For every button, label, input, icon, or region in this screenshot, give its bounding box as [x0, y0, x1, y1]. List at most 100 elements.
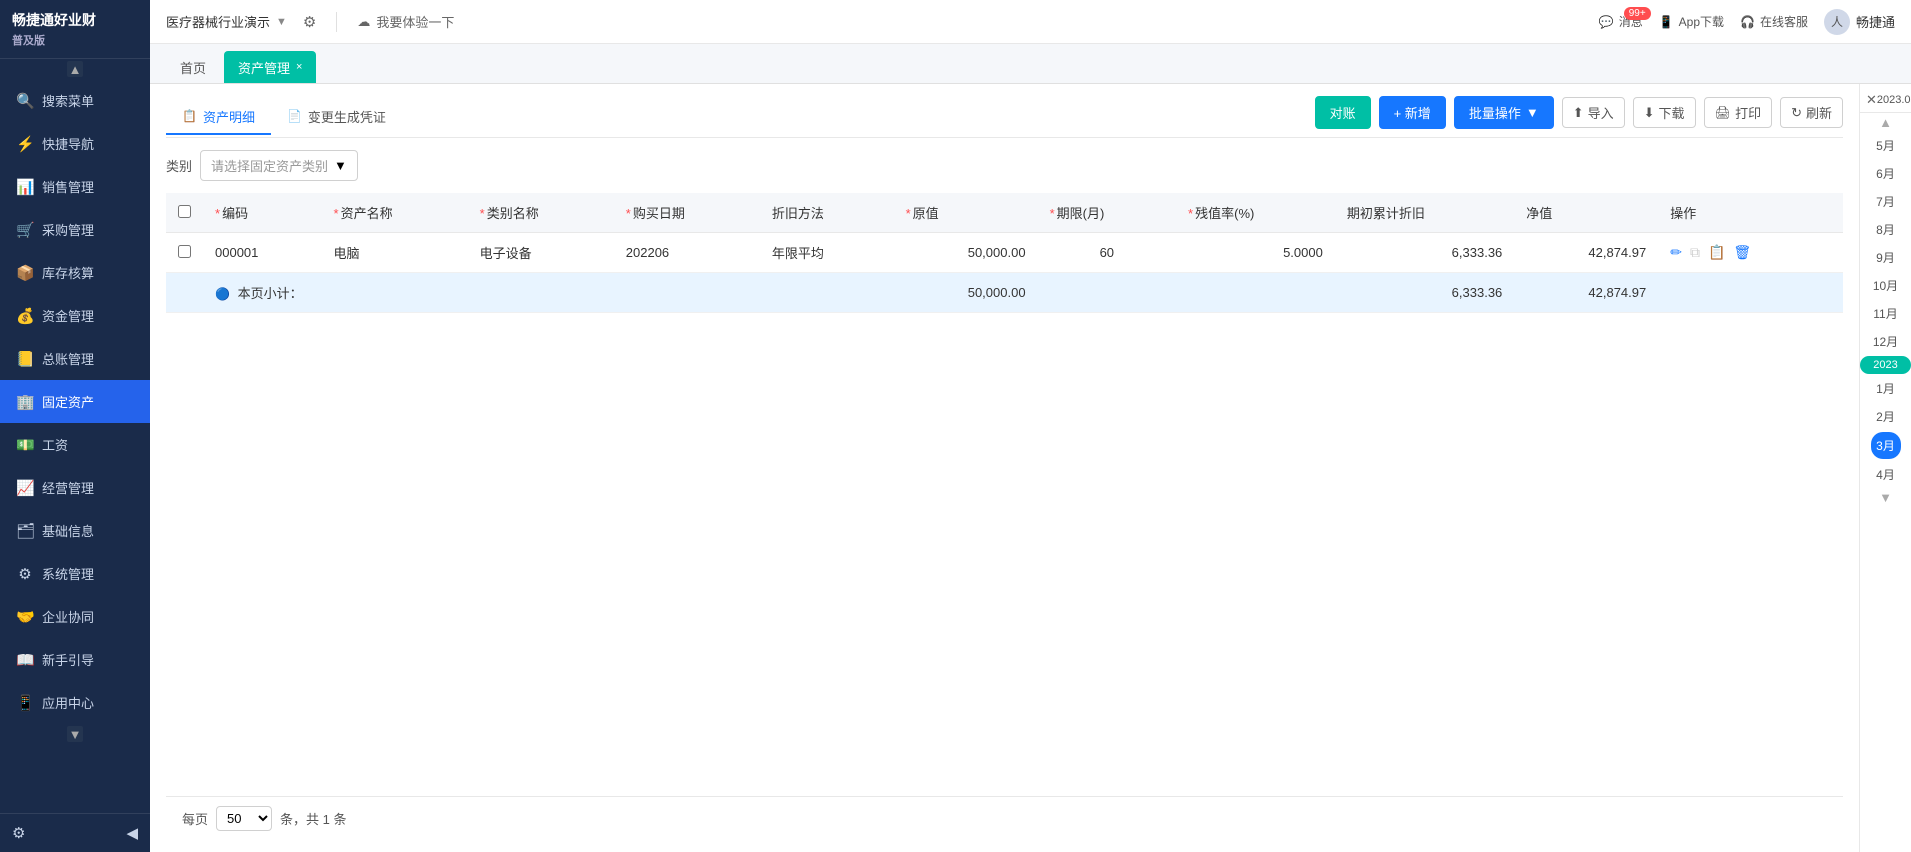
salary-icon: 💵	[16, 436, 34, 454]
content-area: 📋 资产明细 📄 变更生成凭证 对账 + 新增 批量操作 ▼ ⬆	[150, 84, 1911, 852]
month-12月[interactable]: 12月	[1860, 328, 1911, 355]
message-button[interactable]: 💬 消息 99+	[1599, 13, 1643, 30]
month-9月[interactable]: 9月	[1860, 244, 1911, 271]
sidebar-item-app-center[interactable]: 📱应用中心	[0, 681, 150, 724]
th-code: *编码	[203, 193, 322, 233]
right-panel: ✕ 2023.03 ⤢ ▲ 5月6月7月8月9月10月11月12月20231月2…	[1859, 84, 1911, 852]
sidebar-bottom: ⚙ ◀	[0, 813, 150, 852]
timeline-scroll-up[interactable]: ▲	[1877, 113, 1894, 132]
cell-depreciation-method-0: 年限平均	[760, 233, 894, 273]
sidebar-item-search-label: 搜索菜单	[42, 91, 94, 110]
guide-icon: 📖	[16, 651, 34, 669]
sidebar-item-inventory[interactable]: 📦库存核算	[0, 251, 150, 294]
user-menu[interactable]: 人 畅捷通	[1824, 9, 1895, 35]
company-gear-icon[interactable]: ⚙	[303, 13, 316, 31]
search-icon: 🔍	[16, 92, 34, 110]
month-7月[interactable]: 7月	[1860, 188, 1911, 215]
sidebar-item-system[interactable]: ⚙系统管理	[0, 552, 150, 595]
current-year-badge[interactable]: 2023	[1860, 356, 1911, 374]
download-label: 下载	[1659, 103, 1685, 122]
app-download-button[interactable]: 📱 App下载	[1659, 13, 1724, 30]
new-button[interactable]: + 新增	[1379, 96, 1446, 129]
cell-action-0: ✏ ⧉ 📋 🗑	[1658, 233, 1843, 273]
sidebar-item-base-info[interactable]: 🗂基础信息	[0, 509, 150, 552]
month-6月[interactable]: 6月	[1860, 160, 1911, 187]
sidebar-item-salary[interactable]: 💵 工资	[0, 423, 150, 466]
sidebar-scroll-up[interactable]: ▲	[67, 61, 83, 77]
inventory-icon: 📦	[16, 264, 34, 282]
asset-detail-icon: 📋	[182, 109, 197, 123]
category-select-chevron: ▼	[334, 158, 347, 173]
sidebar-item-quick-nav[interactable]: ⚡快捷导航	[0, 122, 150, 165]
per-page-select[interactable]: 50 10 20 100	[216, 806, 272, 831]
th-action: 操作	[1658, 193, 1843, 233]
download-button[interactable]: ⬇ 下载	[1633, 97, 1696, 128]
refresh-button[interactable]: ↻ 刷新	[1780, 97, 1843, 128]
sub-tab-generate-voucher-label: 变更生成凭证	[308, 107, 386, 126]
print-button[interactable]: 🖨 打印	[1704, 97, 1773, 128]
sidebar-item-fund-label: 资金管理	[42, 306, 94, 325]
app-center-icon: 📱	[16, 694, 34, 712]
content-main: 📋 资产明细 📄 变更生成凭证 对账 + 新增 批量操作 ▼ ⬆	[150, 84, 1859, 852]
right-panel-header: ✕ 2023.03 ⤢	[1860, 88, 1911, 113]
company-selector[interactable]: 医疗器械行业演示 ▼	[166, 12, 287, 31]
tab-asset-management-label: 资产管理	[238, 58, 290, 77]
row-checkbox-cell	[166, 233, 203, 273]
tab-home[interactable]: 首页	[166, 51, 220, 83]
sidebar-item-guide-label: 新手引导	[42, 650, 94, 669]
select-all-checkbox[interactable]	[178, 205, 191, 218]
sidebar-scroll-down[interactable]: ▼	[67, 726, 83, 742]
copy-icon-0[interactable]: ⧉	[1690, 244, 1700, 261]
sidebar-item-base-info-label: 基础信息	[42, 521, 94, 540]
sidebar-item-enterprise-label: 企业协同	[42, 607, 94, 626]
sidebar-item-fund[interactable]: 💰资金管理	[0, 294, 150, 337]
topbar: 医疗器械行业演示 ▼ ⚙ ☁ 我要体验一下 💬 消息 99+ 📱 App下载 🎧…	[150, 0, 1911, 44]
tab-close-icon[interactable]: ×	[296, 61, 302, 73]
sidebar-item-fixed-assets[interactable]: 🏢固定资产	[0, 380, 150, 423]
subtotal-icon: 🔵	[215, 287, 230, 301]
th-initial-accumulated: 期初累计折旧	[1335, 193, 1514, 233]
sidebar-item-purchase[interactable]: 🛒采购管理	[0, 208, 150, 251]
month-1月[interactable]: 1月	[1860, 375, 1911, 402]
online-service-button[interactable]: 🎧 在线客服	[1740, 13, 1808, 30]
cell-original-value-0: 50,000.00	[894, 233, 1038, 273]
sidebar-item-sales[interactable]: 📊销售管理	[0, 165, 150, 208]
th-net-value: 净值	[1514, 193, 1658, 233]
sidebar-logo: 畅捷通好业财 普及版	[0, 0, 150, 59]
import-button[interactable]: ⬆ 导入	[1562, 97, 1625, 128]
reconcile-button[interactable]: 对账	[1315, 96, 1371, 129]
right-panel-close-icon[interactable]: ✕	[1866, 92, 1877, 108]
edit-icon-0[interactable]: ✏	[1670, 244, 1682, 261]
sidebar-item-enterprise[interactable]: 🤝企业协同	[0, 595, 150, 638]
delete-icon-0[interactable]: 🗑	[1733, 244, 1751, 261]
category-select[interactable]: 请选择固定资产类别 ▼	[200, 150, 358, 181]
collapse-icon[interactable]: ◀	[126, 824, 138, 842]
print-label: 打印	[1735, 103, 1761, 122]
sub-tab-asset-detail[interactable]: 📋 资产明细	[166, 100, 271, 135]
select-all-header	[166, 193, 203, 233]
sidebar-item-guide[interactable]: 📖 新手引导	[0, 638, 150, 681]
sidebar-item-search[interactable]: 🔍 搜索菜单	[0, 79, 150, 122]
page-tabs: 首页 资产管理 ×	[150, 44, 1911, 84]
month-8月[interactable]: 8月	[1860, 216, 1911, 243]
month-2月[interactable]: 2月	[1860, 403, 1911, 430]
clone-icon-0[interactable]: 📋	[1708, 244, 1725, 261]
month-5月[interactable]: 5月	[1860, 132, 1911, 159]
timeline-scroll-down[interactable]: ▼	[1877, 488, 1894, 507]
filter-label: 类别	[166, 156, 192, 175]
th-name: *资产名称	[322, 193, 468, 233]
sidebar-item-ledger[interactable]: 📒总账管理	[0, 337, 150, 380]
batch-button[interactable]: 批量操作 ▼	[1454, 96, 1554, 129]
cell-residual-rate-0: 5.0000	[1176, 233, 1335, 273]
sidebar-item-salary-label: 工资	[42, 435, 68, 454]
tab-asset-management[interactable]: 资产管理 ×	[224, 51, 316, 83]
sub-tab-generate-voucher[interactable]: 📄 变更生成凭证	[271, 100, 402, 135]
sidebar-item-operation[interactable]: 📈经营管理	[0, 466, 150, 509]
month-11月[interactable]: 11月	[1860, 300, 1911, 327]
experience-button[interactable]: ☁ 我要体验一下	[357, 12, 454, 31]
month-3月[interactable]: 3月	[1871, 432, 1901, 459]
month-4月[interactable]: 4月	[1860, 461, 1911, 488]
settings-icon[interactable]: ⚙	[12, 824, 25, 842]
month-10月[interactable]: 10月	[1860, 272, 1911, 299]
row-checkbox-0[interactable]	[178, 245, 191, 258]
